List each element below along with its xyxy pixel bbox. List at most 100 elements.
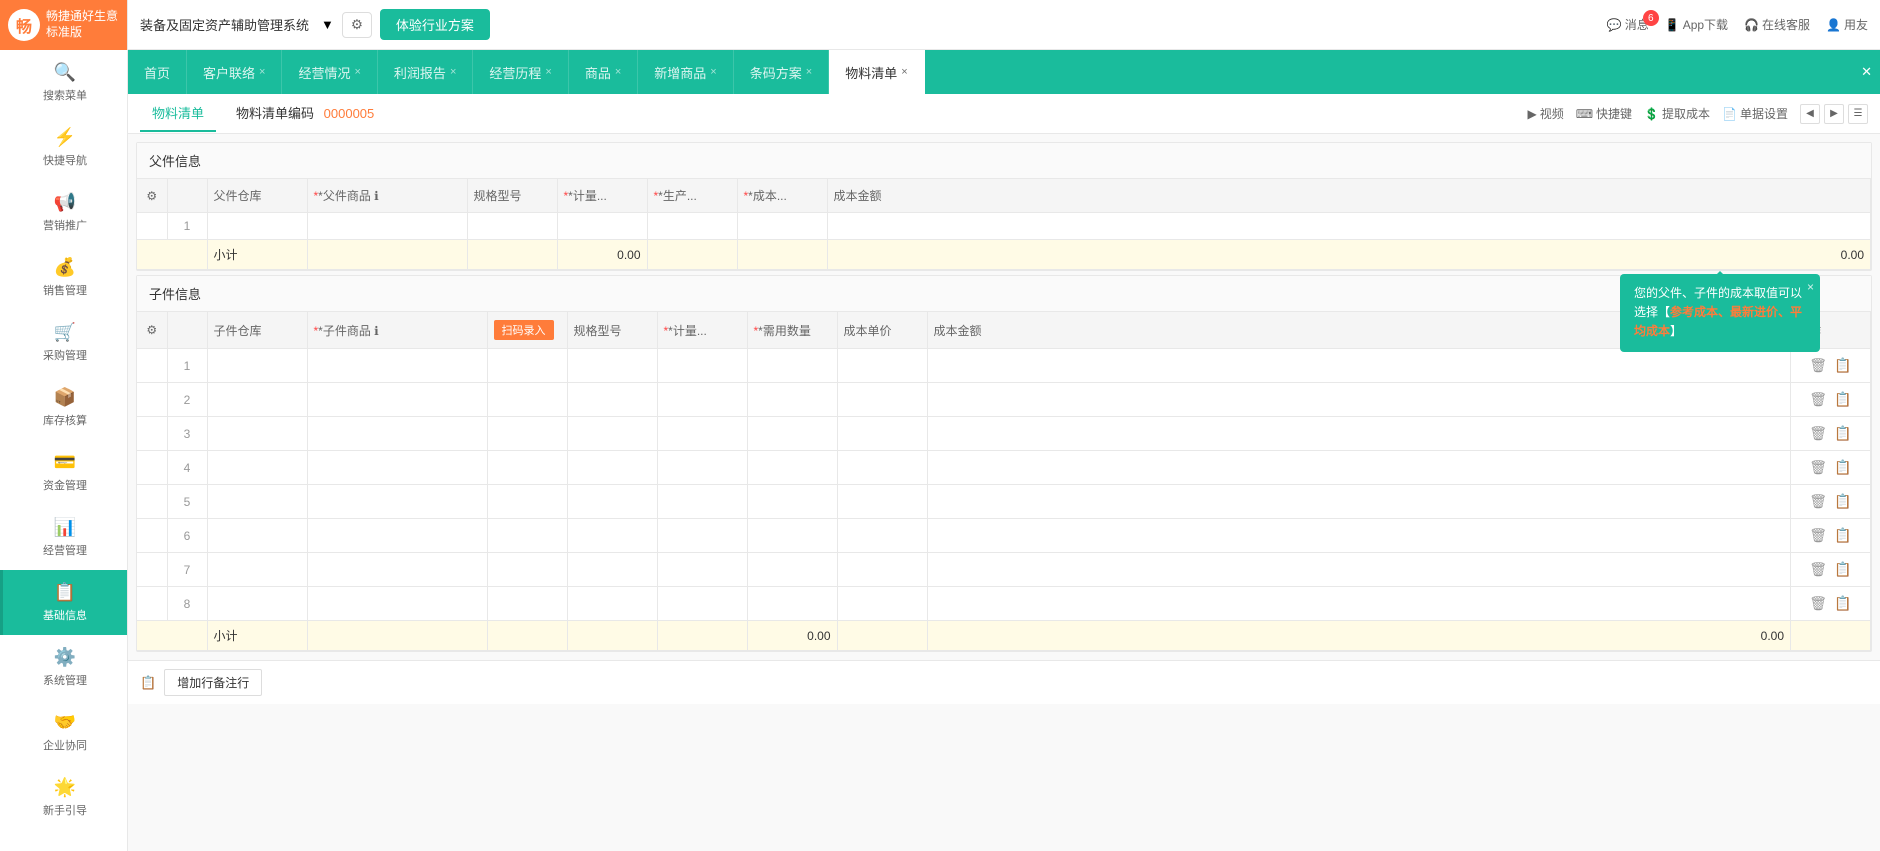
child-row-6-copy[interactable]: 📋 <box>1832 525 1853 546</box>
child-row-3-delete[interactable]: 🗑 <box>1807 423 1829 444</box>
message-icon-item[interactable]: 💬 6 消息 <box>1607 16 1649 33</box>
child-row-2-delete[interactable]: 🗑 <box>1807 389 1829 410</box>
child-row-7-copy[interactable]: 📋 <box>1832 559 1853 580</box>
arrow-right[interactable]: ▶ <box>1824 104 1844 124</box>
tab-customer[interactable]: 客户联络 × <box>187 50 282 94</box>
child-row-5-delete[interactable]: 🗑 <box>1807 491 1829 512</box>
child-row-5-copy[interactable]: 📋 <box>1832 491 1853 512</box>
child-row-7-goods[interactable] <box>307 553 487 587</box>
child-row-1-qty[interactable] <box>657 349 747 383</box>
child-row-2-unit-cost[interactable] <box>837 383 927 417</box>
child-row-4-required[interactable] <box>747 451 837 485</box>
action-single-settings[interactable]: 📄 单据设置 <box>1722 105 1788 122</box>
child-row-1-required[interactable] <box>747 349 837 383</box>
child-row-4-qty[interactable] <box>657 451 747 485</box>
tab-customer-close[interactable]: × <box>259 66 265 78</box>
child-row-3-spec[interactable] <box>567 417 657 451</box>
tab-history[interactable]: 经营历程 × <box>473 50 568 94</box>
child-row-7-delete[interactable]: 🗑 <box>1807 559 1829 580</box>
child-row-7-qty[interactable] <box>657 553 747 587</box>
tooltip-close[interactable]: × <box>1807 278 1814 297</box>
child-row-8-goods[interactable] <box>307 587 487 621</box>
child-row-7-required[interactable] <box>747 553 837 587</box>
arrow-left[interactable]: ◀ <box>1800 104 1820 124</box>
child-row-3-copy[interactable]: 📋 <box>1832 423 1853 444</box>
child-row-8-copy[interactable]: 📋 <box>1832 593 1853 614</box>
add-row-button[interactable]: 增加行备注行 <box>164 669 262 696</box>
tab-newgoods-close[interactable]: × <box>710 66 716 78</box>
child-row-4-warehouse[interactable] <box>207 451 307 485</box>
child-row-3-goods[interactable] <box>307 417 487 451</box>
child-row-2-spec[interactable] <box>567 383 657 417</box>
child-row-3-warehouse[interactable] <box>207 417 307 451</box>
child-row-8-qty[interactable] <box>657 587 747 621</box>
parent-row-1-cost[interactable] <box>737 213 827 240</box>
tab-operations-close[interactable]: × <box>354 66 360 78</box>
sidebar-item-finance[interactable]: 💳 资金管理 <box>0 440 127 505</box>
sidebar-item-guide[interactable]: 🌟 新手引导 <box>0 765 127 830</box>
child-row-6-required[interactable] <box>747 519 837 553</box>
child-row-2-warehouse[interactable] <box>207 383 307 417</box>
child-row-1-copy[interactable]: 📋 <box>1832 355 1853 376</box>
user-item[interactable]: 👤 用友 <box>1826 16 1868 33</box>
sidebar-item-system[interactable]: ⚙️ 系统管理 <box>0 635 127 700</box>
child-row-8-required[interactable] <box>747 587 837 621</box>
settings-button[interactable]: ⚙ <box>342 12 372 38</box>
child-row-3-required[interactable] <box>747 417 837 451</box>
child-row-8-unit-cost[interactable] <box>837 587 927 621</box>
sidebar-item-enterprise[interactable]: 🤝 企业协同 <box>0 700 127 765</box>
parent-row-1-goods[interactable] <box>307 213 467 240</box>
tab-home[interactable]: 首页 <box>128 50 187 94</box>
sub-tab-detail[interactable]: 物料清单编码 0000005 <box>224 95 386 132</box>
child-row-4-goods[interactable] <box>307 451 487 485</box>
child-row-1-delete[interactable]: 🗑 <box>1807 355 1829 376</box>
sidebar-item-quicknav[interactable]: ⚡ 快捷导航 <box>0 115 127 180</box>
tab-goods-close[interactable]: × <box>615 66 621 78</box>
tab-newgoods[interactable]: 新增商品 × <box>638 50 733 94</box>
child-row-7-unit-cost[interactable] <box>837 553 927 587</box>
child-row-2-goods[interactable] <box>307 383 487 417</box>
action-video[interactable]: ▶ 视频 <box>1527 105 1563 122</box>
child-row-5-goods[interactable] <box>307 485 487 519</box>
scan-button[interactable]: 扫码录入 <box>494 320 554 340</box>
child-row-4-spec[interactable] <box>567 451 657 485</box>
sidebar-item-sales[interactable]: 💰 销售管理 <box>0 245 127 310</box>
close-all-tabs[interactable]: ✕ <box>1853 64 1880 80</box>
child-row-6-qty[interactable] <box>657 519 747 553</box>
app-download-item[interactable]: 📱 App下载 <box>1665 16 1728 33</box>
tab-bom-close[interactable]: × <box>901 66 907 78</box>
list-view[interactable]: ☰ <box>1848 104 1868 124</box>
child-row-6-delete[interactable]: 🗑 <box>1807 525 1829 546</box>
parent-row-1-warehouse[interactable] <box>207 213 307 240</box>
sidebar-item-search[interactable]: 🔍 搜索菜单 <box>0 50 127 115</box>
child-row-1-goods[interactable] <box>307 349 487 383</box>
parent-row-1-spec[interactable] <box>467 213 557 240</box>
child-row-4-unit-cost[interactable] <box>837 451 927 485</box>
child-row-7-warehouse[interactable] <box>207 553 307 587</box>
tab-goods[interactable]: 商品 × <box>569 50 638 94</box>
tab-barcode-close[interactable]: × <box>806 66 812 78</box>
tab-profit[interactable]: 利润报告 × <box>378 50 473 94</box>
tab-bom[interactable]: 物料清单 × <box>829 50 924 94</box>
child-row-8-delete[interactable]: 🗑 <box>1807 593 1829 614</box>
action-shortcut[interactable]: ⌨ 快捷键 <box>1576 105 1632 122</box>
child-row-5-warehouse[interactable] <box>207 485 307 519</box>
child-row-1-unit-cost[interactable] <box>837 349 927 383</box>
tab-barcode[interactable]: 条码方案 × <box>734 50 829 94</box>
tab-profit-close[interactable]: × <box>450 66 456 78</box>
trial-button[interactable]: 体验行业方案 <box>380 9 490 40</box>
child-row-6-warehouse[interactable] <box>207 519 307 553</box>
child-row-6-unit-cost[interactable] <box>837 519 927 553</box>
child-row-1-warehouse[interactable] <box>207 349 307 383</box>
tab-history-close[interactable]: × <box>545 66 551 78</box>
tab-operations[interactable]: 经营情况 × <box>282 50 377 94</box>
child-row-4-copy[interactable]: 📋 <box>1832 457 1853 478</box>
child-row-4-delete[interactable]: 🗑 <box>1807 457 1829 478</box>
sidebar-item-operations[interactable]: 📊 经营管理 <box>0 505 127 570</box>
child-row-5-spec[interactable] <box>567 485 657 519</box>
child-row-7-spec[interactable] <box>567 553 657 587</box>
sidebar-item-purchase[interactable]: 🛒 采购管理 <box>0 310 127 375</box>
child-row-8-spec[interactable] <box>567 587 657 621</box>
sidebar-item-inventory[interactable]: 📦 库存核算 <box>0 375 127 440</box>
child-row-2-qty[interactable] <box>657 383 747 417</box>
